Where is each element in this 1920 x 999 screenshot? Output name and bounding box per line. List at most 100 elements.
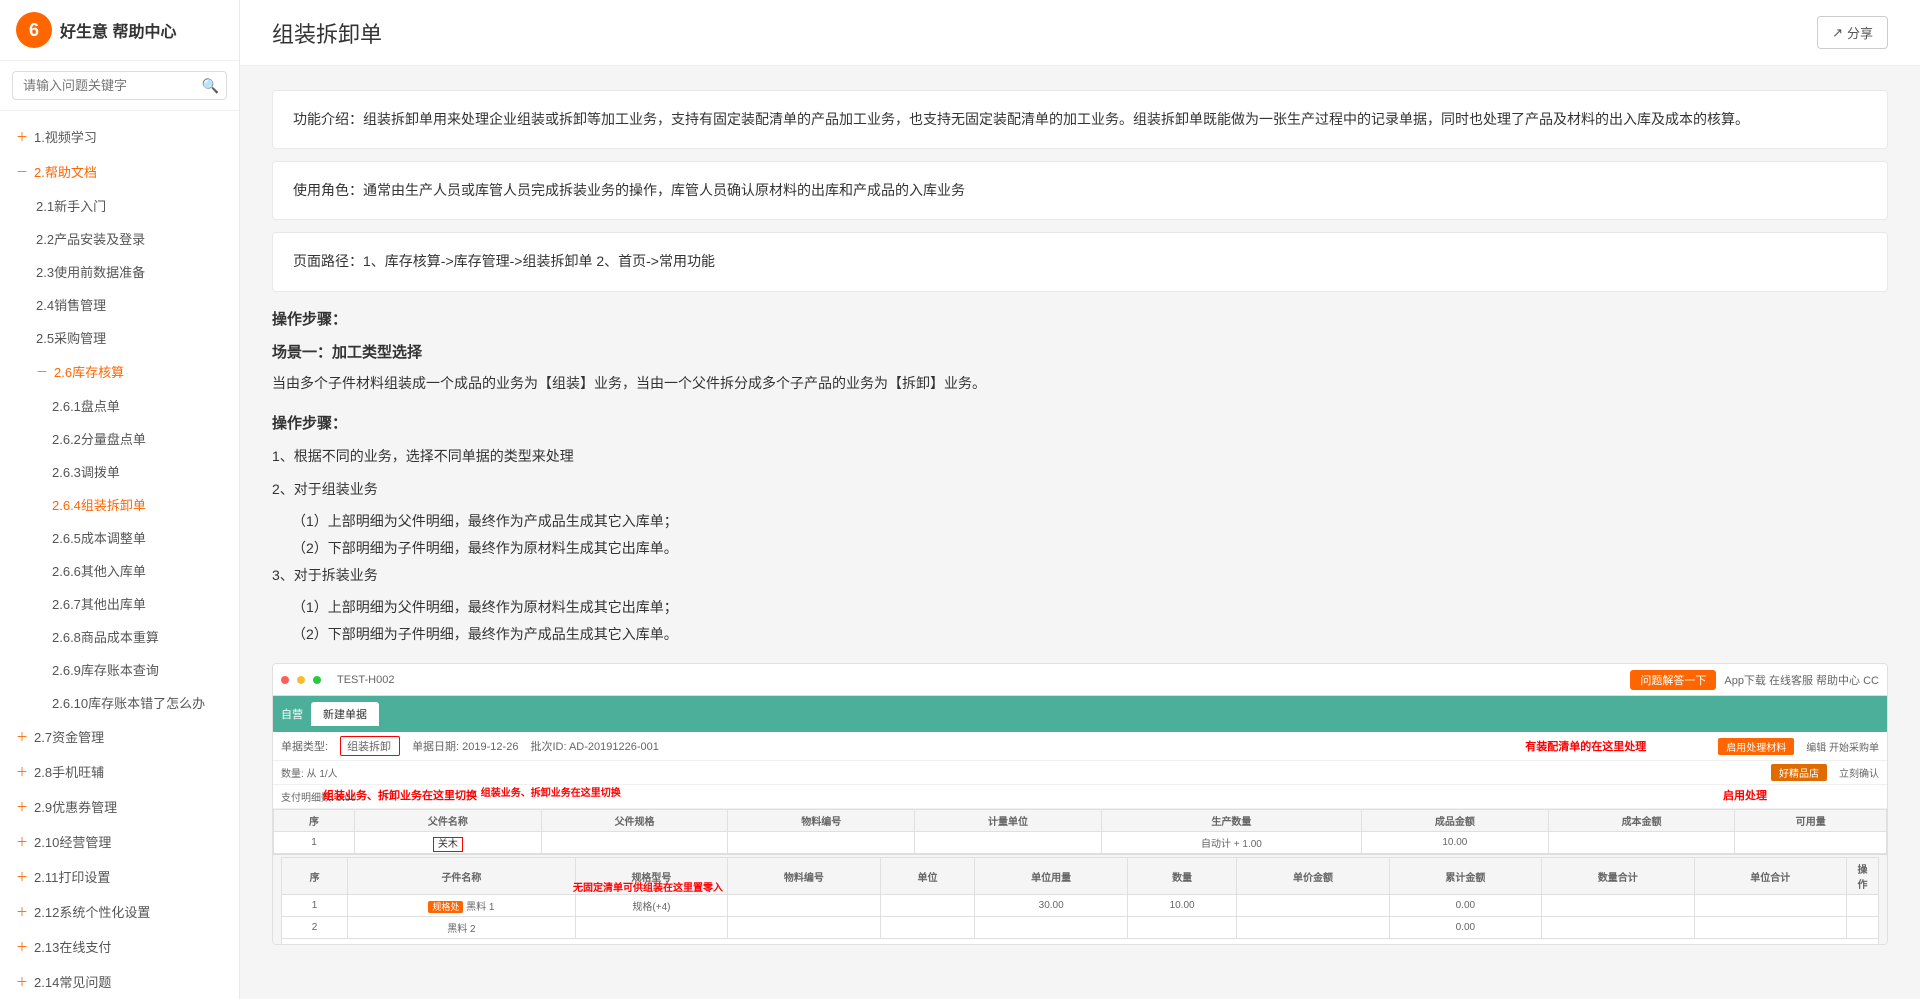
sidebar-item-2-12-label: 2.12系统个性化设置 xyxy=(34,902,150,921)
mock-sub-th-1: 序 xyxy=(282,858,348,895)
path-text: 页面路径：1、库存核算->库存管理->组装拆卸单 2、首页->常用功能 xyxy=(293,249,1867,274)
table-row: 1 关木 自动计 + 1.00 10.00 xyxy=(274,832,1887,854)
mock-th-parent: 父件名称 xyxy=(355,810,542,832)
plus-icon-2-14: ＋ xyxy=(16,973,28,990)
sidebar-item-2-14[interactable]: ＋ 2.14常见问题 xyxy=(0,964,239,999)
role-block: 使用角色：通常由生产人员或库管人员完成拆装业务的操作，库管人员确认原材料的出库和… xyxy=(272,161,1888,220)
share-button[interactable]: ↗ 分享 xyxy=(1817,16,1888,49)
mock-toolbar: 自营 新建单据 xyxy=(273,696,1887,732)
logo-icon: 6 xyxy=(16,12,52,48)
plus-icon-2-9: ＋ xyxy=(16,798,28,815)
minus-icon-2-6: － xyxy=(36,363,48,380)
sidebar-item-2-11[interactable]: ＋ 2.11打印设置 xyxy=(0,859,239,894)
sidebar-item-2-11-label: 2.11打印设置 xyxy=(34,867,110,886)
plus-icon-2-11: ＋ xyxy=(16,868,28,885)
mock-question-btn: 问题解答一下 xyxy=(1630,670,1716,690)
sidebar-item-2-6-7[interactable]: 2.6.7其他出库单 xyxy=(0,587,239,620)
mock-sub-th-11: 单位合计 xyxy=(1694,858,1846,895)
sidebar-item-2-6-6[interactable]: 2.6.6其他入库单 xyxy=(0,554,239,587)
share-icon: ↗ xyxy=(1832,25,1843,41)
operation-title: 操作步骤： xyxy=(272,308,1888,329)
search-icon[interactable]: 🔍 xyxy=(202,77,219,94)
scenario-title: 场景一：加工类型选择 xyxy=(272,341,1888,362)
annotation-1: 有装配清单的在这里处理 xyxy=(1525,738,1646,754)
sidebar-item-2-12[interactable]: ＋ 2.12系统个性化设置 xyxy=(0,894,239,929)
mock-sub-td-2-12 xyxy=(1847,917,1879,939)
mock-th-qty: 生产数量 xyxy=(1101,810,1361,832)
mock-sub-th-4: 物料编号 xyxy=(728,858,880,895)
mock-sub-td-2-5 xyxy=(880,917,975,939)
mock-confirm-btn: 立刻确认 xyxy=(1839,765,1879,780)
mock-sub-td-1-3: 规格(+4) xyxy=(575,895,727,917)
mock-sub-td-1-7: 10.00 xyxy=(1127,895,1236,917)
mock-sub-table: 序 子件名称 规格型号 物料编号 单位 单位用量 数量 单价金额 累计金额 xyxy=(281,857,1879,944)
step-1: 1、根据不同的业务，选择不同单据的类型来处理 xyxy=(272,443,1888,470)
mock-sub-th-7: 数量 xyxy=(1127,858,1236,895)
feature-block: 功能介绍：组装拆卸单用来处理企业组装或拆卸等加工业务，支持有固定装配清单的产品加… xyxy=(272,90,1888,149)
mock-sub-td-2-6 xyxy=(975,917,1127,939)
mock-main-table: 序 父件名称 父件规格 物料编号 计量单位 生产数量 成品金额 成本金额 可用量 xyxy=(273,809,1887,854)
mock-table-wrapper: 序 父件名称 父件规格 物料编号 计量单位 生产数量 成品金额 成本金额 可用量 xyxy=(273,809,1887,944)
mock-sub-th-10: 数量合计 xyxy=(1542,858,1694,895)
sidebar-item-2-7-label: 2.7资金管理 xyxy=(34,727,104,746)
mock-td-5 xyxy=(915,832,1102,854)
sidebar-item-2-6-5[interactable]: 2.6.5成本调整单 xyxy=(0,521,239,554)
sidebar-item-2-14-label: 2.14常见问题 xyxy=(34,972,111,991)
sidebar-item-2-2[interactable]: 2.2产品安装及登录 xyxy=(0,222,239,255)
step-2: 2、对于组装业务 xyxy=(272,476,1888,503)
plus-icon-2-12: ＋ xyxy=(16,903,28,920)
step-3: 3、对于拆装业务 xyxy=(272,562,1888,589)
sidebar-item-2-6-3[interactable]: 2.6.3调拨单 xyxy=(0,455,239,488)
mock-th-cost2: 成本金额 xyxy=(1548,810,1735,832)
mock-sub-td-2-10 xyxy=(1542,917,1694,939)
mock-sub-td-2-1: 2 xyxy=(282,917,348,939)
mock-td-9 xyxy=(1735,832,1887,854)
mock-sub-th-3: 规格型号 xyxy=(575,858,727,895)
mock-sub-td-1-2: 规格处 黑料 1 xyxy=(348,895,576,917)
sidebar-item-2-10[interactable]: ＋ 2.10经营管理 xyxy=(0,824,239,859)
sidebar-item-2-1[interactable]: 2.1新手入门 xyxy=(0,189,239,222)
sidebar-item-2-6-1[interactable]: 2.6.1盘点单 xyxy=(0,389,239,422)
mock-tab-ziying: 自营 xyxy=(281,706,303,722)
sidebar-item-2-5[interactable]: 2.5采购管理 xyxy=(0,321,239,354)
sidebar-item-2-3[interactable]: 2.3使用前数据准备 xyxy=(0,255,239,288)
sidebar-item-2-6-8[interactable]: 2.6.8商品成本重算 xyxy=(0,620,239,653)
mock-sub-td-1-6: 30.00 xyxy=(975,895,1127,917)
sidebar-item-2[interactable]: － 2.帮助文档 xyxy=(0,154,239,189)
path-block: 页面路径：1、库存核算->库存管理->组装拆卸单 2、首页->常用功能 xyxy=(272,232,1888,291)
mock-doc-type-value: 组装拆卸 xyxy=(340,736,400,756)
steps-title: 操作步骤： xyxy=(272,412,1888,433)
mock-date-label: 单据日期: 2019-12-26 xyxy=(412,738,518,754)
main-panel: 组装拆卸单 ↗ 分享 功能介绍：组装拆卸单用来处理企业组装或拆卸等加工业务，支持… xyxy=(240,0,1920,999)
mock-sub-td-1-5 xyxy=(880,895,975,917)
sidebar-item-2-6-2[interactable]: 2.6.2分量盘点单 xyxy=(0,422,239,455)
sidebar-item-2-6-4[interactable]: 2.6.4组装拆卸单 xyxy=(0,488,239,521)
sidebar-item-2-4[interactable]: 2.4销售管理 xyxy=(0,288,239,321)
sidebar-item-2-6-10[interactable]: 2.6.10库存账本错了怎么办 xyxy=(0,686,239,719)
sidebar-item-2-13[interactable]: ＋ 2.13在线支付 xyxy=(0,929,239,964)
page-title: 组装拆卸单 xyxy=(272,17,382,49)
mock-topbar: TEST-H002 问题解答一下 App下载 在线客服 帮助中心 CC xyxy=(273,664,1887,696)
sidebar-item-2-8[interactable]: ＋ 2.8手机旺辅 xyxy=(0,754,239,789)
sidebar-item-2-9[interactable]: ＋ 2.9优惠券管理 xyxy=(0,789,239,824)
mock-sub-td-1-10 xyxy=(1542,895,1694,917)
main-header: 组装拆卸单 ↗ 分享 xyxy=(240,0,1920,66)
mock-sub-th-8: 单价金额 xyxy=(1237,858,1389,895)
mock-td-7: 10.00 xyxy=(1362,832,1549,854)
sidebar-item-2-6[interactable]: － 2.6库存核算 xyxy=(0,354,239,389)
sidebar-item-2-7[interactable]: ＋ 2.7资金管理 xyxy=(0,719,239,754)
mock-sub-td-1-12 xyxy=(1847,895,1879,917)
mock-sub-th-5: 单位 xyxy=(880,858,975,895)
mock-sub-td-2-11 xyxy=(1694,917,1846,939)
mock-sub-td-1-9: 0.00 xyxy=(1389,895,1541,917)
mock-process-btn: 启用处理材料 xyxy=(1718,738,1794,755)
search-input[interactable] xyxy=(12,71,227,100)
sidebar-item-2-10-label: 2.10经营管理 xyxy=(34,832,111,851)
sidebar-item-1[interactable]: ＋ 1.视频学习 xyxy=(0,119,239,154)
mock-type-row: 支付明细数: 0.00 组装业务、拆卸业务在这里切换 启用处理 xyxy=(273,785,1887,809)
mock-td-6: 自动计 + 1.00 xyxy=(1101,832,1361,854)
sidebar-item-2-13-label: 2.13在线支付 xyxy=(34,937,111,956)
step-3-2: （2）下部明细为子件明细，最终作为产成品生成其它入库单。 xyxy=(272,621,1888,648)
sidebar-item-2-6-9[interactable]: 2.6.9库存账本查询 xyxy=(0,653,239,686)
sidebar-item-1-label: 1.视频学习 xyxy=(34,127,97,146)
